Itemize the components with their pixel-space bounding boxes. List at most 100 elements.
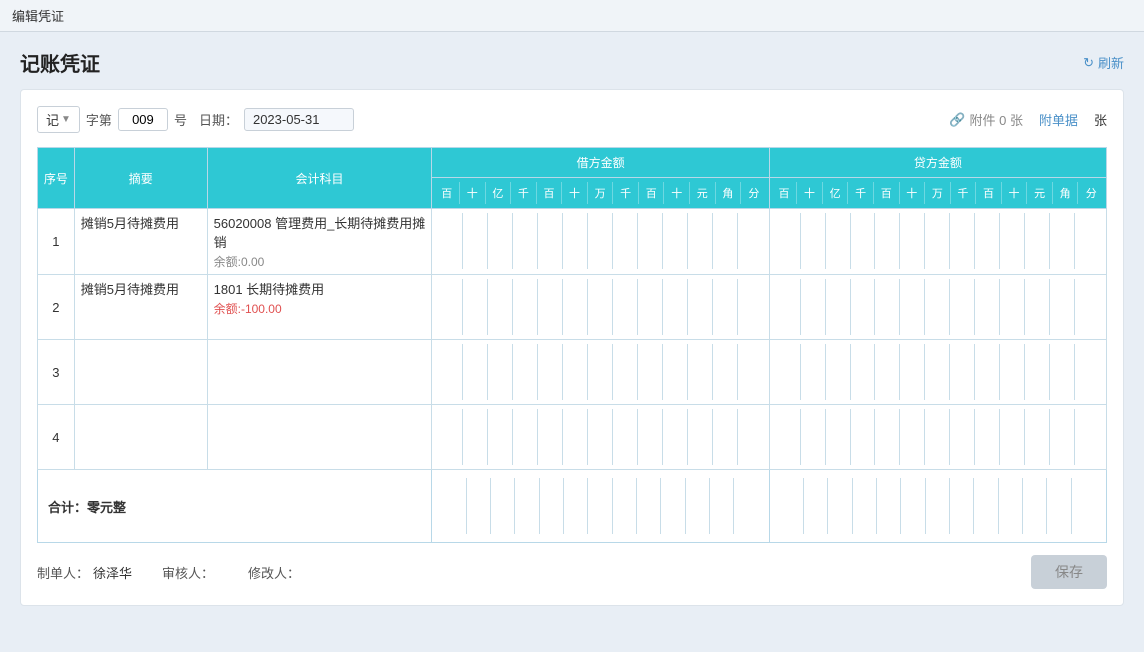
- credit-col-wan1: 万: [925, 182, 951, 204]
- table-row: 3: [38, 340, 1107, 405]
- debit-col-bai3: 百: [639, 182, 665, 204]
- page-container: 记账凭证 ↻ 刷新 记 ▼ 字第 号 日期： 🔗: [0, 32, 1144, 652]
- debit-col-shi2: 十: [562, 182, 588, 204]
- credit-col-yuan: 元: [1027, 182, 1053, 204]
- debit-col-yi1: 亿: [486, 182, 512, 204]
- row-2-seq: 2: [38, 275, 75, 340]
- credit-col-bai1: 百: [772, 182, 798, 204]
- header-credit-sub: 百 十 亿 千 百 十 万 千 百 十 元 角: [769, 178, 1106, 209]
- refresh-icon: ↻: [1083, 55, 1094, 71]
- row-4-seq: 4: [38, 405, 75, 470]
- type-group: 记 ▼ 字第 号: [37, 106, 187, 133]
- footer-row: 制单人： 徐泽华 审核人： 修改人： 保存: [37, 555, 1107, 589]
- header-summary: 摘要: [74, 148, 207, 209]
- attachment-link[interactable]: 🔗 附件 0 张: [949, 110, 1023, 129]
- row-1-summary[interactable]: 摊销5月待摊费用: [74, 209, 207, 275]
- creator-value: 徐泽华: [93, 563, 132, 582]
- row-4-debit[interactable]: [432, 405, 769, 470]
- save-button[interactable]: 保存: [1031, 555, 1107, 589]
- row-1-seq: 1: [38, 209, 75, 275]
- debit-col-shi1: 十: [460, 182, 486, 204]
- modifier-item: 修改人：: [248, 563, 304, 582]
- date-group: 日期：: [199, 108, 354, 131]
- page-header: 记账凭证 ↻ 刷新: [20, 48, 1124, 77]
- row-3-account[interactable]: [207, 340, 432, 405]
- debit-col-shi3: 十: [664, 182, 690, 204]
- zi-number-input[interactable]: [118, 108, 168, 131]
- row-2-account[interactable]: 1801 长期待摊费用余额:-100.00: [207, 275, 432, 340]
- save-label: 保存: [1055, 564, 1083, 580]
- total-label: 合计：零元整: [38, 470, 432, 543]
- row-3-debit[interactable]: [432, 340, 769, 405]
- table-row: 4: [38, 405, 1107, 470]
- attachment-area: 🔗 附件 0 张 附单据 张: [949, 110, 1107, 129]
- header-debit-sub: 百 十 亿 千 百 十 万 千 百 十 元 角: [432, 178, 769, 209]
- type-dropdown[interactable]: 记 ▼: [37, 106, 80, 133]
- row-2-credit[interactable]: [769, 275, 1106, 340]
- form-row: 记 ▼ 字第 号 日期： 🔗 附件 0 张 附单据 张: [37, 106, 1107, 133]
- attachment-label: 附件 0 张: [970, 110, 1023, 129]
- date-input[interactable]: [244, 108, 354, 131]
- creator-label: 制单人：: [37, 563, 89, 582]
- debit-col-yuan: 元: [690, 182, 716, 204]
- header-account: 会计科目: [207, 148, 432, 209]
- debit-col-bai1: 百: [434, 182, 460, 204]
- voucher-table: 序号 摘要 会计科目 借方金额 贷方金额: [37, 147, 1107, 543]
- fujian-button[interactable]: 附单据: [1039, 110, 1078, 129]
- modifier-label: 修改人：: [248, 563, 300, 582]
- row-4-summary[interactable]: [74, 405, 207, 470]
- row-2-summary[interactable]: 摊销5月待摊费用: [74, 275, 207, 340]
- row-4-credit[interactable]: [769, 405, 1106, 470]
- header-credit: 贷方金额: [769, 148, 1106, 178]
- debit-col-bai2: 百: [537, 182, 563, 204]
- voucher-card: 记 ▼ 字第 号 日期： 🔗 附件 0 张 附单据 张: [20, 89, 1124, 606]
- debit-col-fen: 分: [741, 182, 767, 204]
- row-3-credit[interactable]: [769, 340, 1106, 405]
- row-2-debit[interactable]: [432, 275, 769, 340]
- auditor-item: 审核人：: [162, 563, 218, 582]
- credit-col-bai2: 百: [874, 182, 900, 204]
- page-title: 记账凭证: [20, 48, 100, 77]
- fujian-label: 附单据: [1039, 113, 1078, 128]
- credit-col-bai3: 百: [976, 182, 1002, 204]
- total-debit: [432, 470, 769, 543]
- table-wrapper: 序号 摘要 会计科目 借方金额 贷方金额: [37, 147, 1107, 543]
- debit-col-qian1: 千: [511, 182, 537, 204]
- table-body: 1摊销5月待摊费用56020008 管理费用_长期待摊费用摊销余额:0.002摊…: [38, 209, 1107, 470]
- window-title: 编辑凭证: [12, 6, 64, 25]
- refresh-button[interactable]: ↻ 刷新: [1083, 53, 1124, 72]
- credit-col-shi2: 十: [900, 182, 926, 204]
- header-debit: 借方金额: [432, 148, 769, 178]
- total-row: 合计：零元整: [38, 470, 1107, 543]
- row-3-summary[interactable]: [74, 340, 207, 405]
- type-value: 记: [46, 110, 59, 129]
- row-1-account[interactable]: 56020008 管理费用_长期待摊费用摊销余额:0.00: [207, 209, 432, 275]
- row-1-debit[interactable]: [432, 209, 769, 275]
- creator-item: 制单人： 徐泽华: [37, 563, 132, 582]
- table-header-top: 序号 摘要 会计科目 借方金额 贷方金额: [38, 148, 1107, 178]
- total-credit: [769, 470, 1106, 543]
- credit-col-shi3: 十: [1002, 182, 1028, 204]
- paperclip-icon: 🔗: [949, 112, 965, 128]
- refresh-label: 刷新: [1098, 53, 1124, 72]
- date-label: 日期：: [199, 110, 238, 129]
- debit-col-jiao: 角: [716, 182, 742, 204]
- credit-col-shi1: 十: [797, 182, 823, 204]
- credit-col-yi1: 亿: [823, 182, 849, 204]
- credit-col-qian2: 千: [951, 182, 977, 204]
- table-row: 2摊销5月待摊费用1801 长期待摊费用余额:-100.00: [38, 275, 1107, 340]
- row-1-credit[interactable]: [769, 209, 1106, 275]
- row-3-seq: 3: [38, 340, 75, 405]
- credit-col-qian1: 千: [848, 182, 874, 204]
- credit-col-jiao: 角: [1053, 182, 1079, 204]
- hao-label: 号: [174, 110, 187, 129]
- row-4-account[interactable]: [207, 405, 432, 470]
- zhang-label: 张: [1094, 110, 1107, 129]
- debit-col-wan1: 万: [588, 182, 614, 204]
- credit-col-fen: 分: [1078, 182, 1104, 204]
- table-row: 1摊销5月待摊费用56020008 管理费用_长期待摊费用摊销余额:0.00: [38, 209, 1107, 275]
- header-seq: 序号: [38, 148, 75, 209]
- auditor-label: 审核人：: [162, 563, 214, 582]
- table-footer: 合计：零元整: [38, 470, 1107, 543]
- zi-label: 字第: [86, 110, 112, 129]
